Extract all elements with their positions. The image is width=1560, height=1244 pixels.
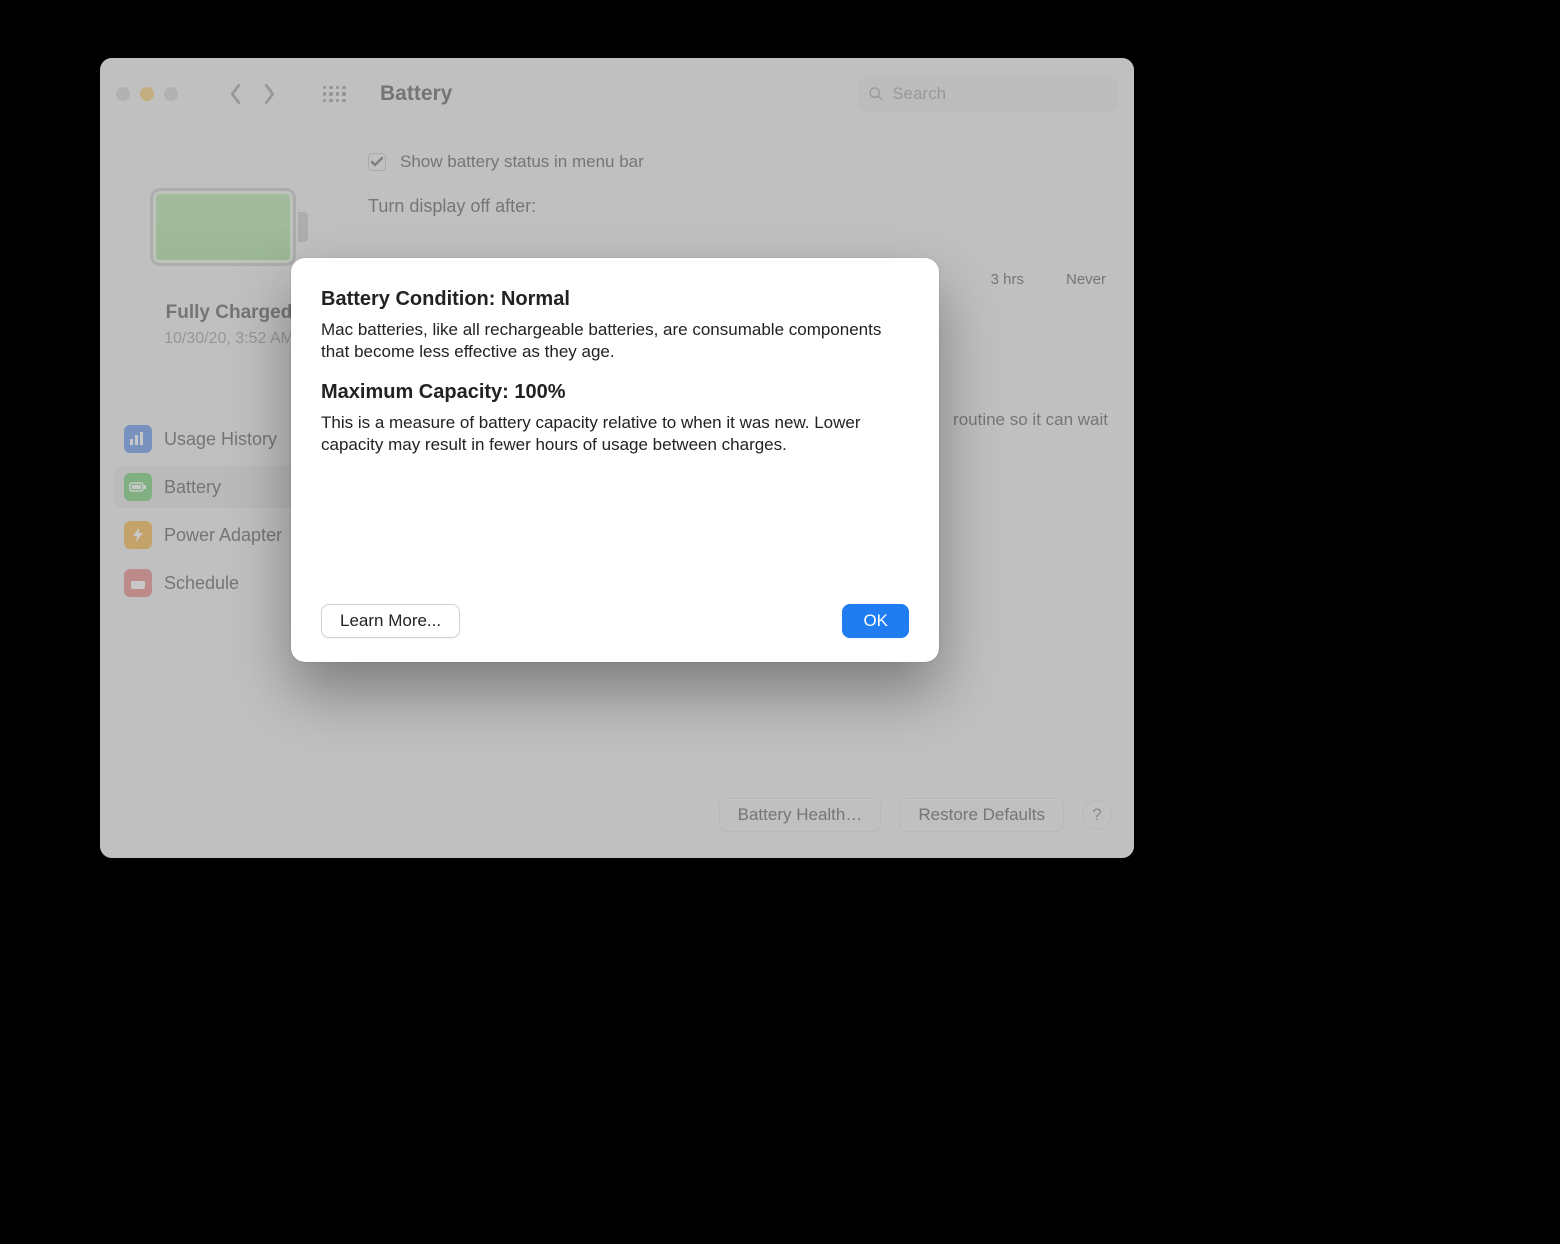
- show-status-checkbox-row[interactable]: Show battery status in menu bar: [368, 152, 1112, 172]
- forward-button[interactable]: [258, 81, 280, 107]
- battery-condition-heading: Battery Condition: Normal: [321, 288, 909, 311]
- nav-buttons: [224, 81, 280, 107]
- maximum-capacity-text: This is a measure of battery capacity re…: [321, 412, 909, 456]
- tick-never: Never: [1066, 271, 1106, 288]
- search-field[interactable]: [858, 77, 1118, 111]
- battery-health-dialog: Battery Condition: Normal Mac batteries,…: [291, 258, 939, 662]
- bottom-buttons: Battery Health… Restore Defaults ?: [719, 798, 1112, 832]
- window-title: Battery: [380, 82, 452, 106]
- tick-3hrs: 3 hrs: [991, 271, 1024, 288]
- show-status-label: Show battery status in menu bar: [400, 152, 644, 172]
- learn-more-button[interactable]: Learn More...: [321, 604, 460, 638]
- help-button[interactable]: ?: [1082, 800, 1112, 830]
- window-controls: [116, 87, 178, 101]
- bolt-icon: [124, 521, 152, 549]
- turn-display-off-label: Turn display off after:: [368, 196, 1112, 217]
- maximum-capacity-heading: Maximum Capacity: 100%: [321, 381, 909, 404]
- back-button[interactable]: [224, 81, 246, 107]
- ok-button[interactable]: OK: [842, 604, 909, 638]
- close-window-button[interactable]: [116, 87, 130, 101]
- search-input[interactable]: [892, 84, 1108, 104]
- sidebar-item-label: Battery: [164, 477, 221, 498]
- battery-icon: [124, 473, 152, 501]
- battery-large-icon: [150, 188, 308, 266]
- calendar-icon: [124, 569, 152, 597]
- toolbar: Battery: [100, 58, 1134, 130]
- minimize-window-button[interactable]: [140, 87, 154, 101]
- sidebar-item-label: Schedule: [164, 573, 239, 594]
- show-all-prefs-button[interactable]: [322, 82, 346, 106]
- chart-bar-icon: [124, 425, 152, 453]
- checkbox-checked-icon: [368, 153, 386, 171]
- search-icon: [868, 85, 884, 103]
- battery-condition-text: Mac batteries, like all rechargeable bat…: [321, 319, 909, 363]
- zoom-window-button[interactable]: [164, 87, 178, 101]
- battery-health-button[interactable]: Battery Health…: [719, 798, 882, 832]
- sidebar-item-label: Power Adapter: [164, 525, 282, 546]
- sidebar-item-label: Usage History: [164, 429, 277, 450]
- restore-defaults-button[interactable]: Restore Defaults: [899, 798, 1064, 832]
